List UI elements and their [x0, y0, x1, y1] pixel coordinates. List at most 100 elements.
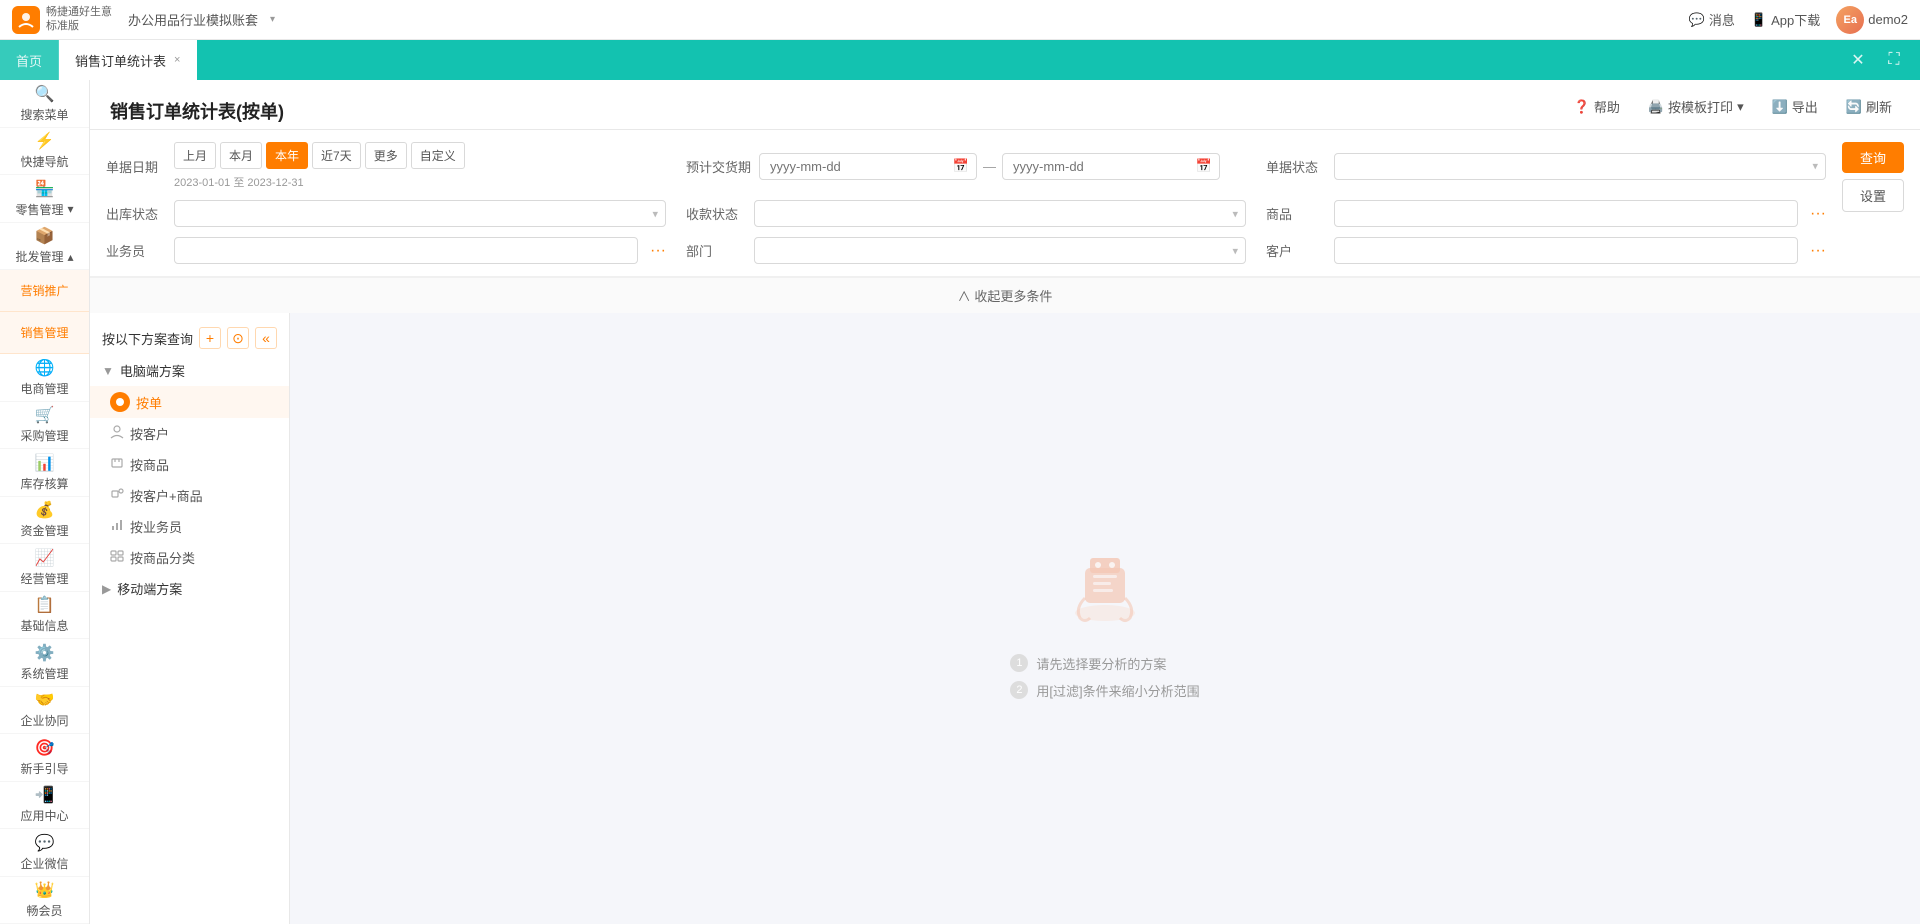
- collection-status-label: 收款状态: [686, 204, 746, 223]
- tree-mobile-label: 移动端方案: [117, 579, 182, 598]
- message-icon: 💬: [1689, 12, 1705, 28]
- category-tree-icon: [110, 549, 124, 566]
- tab-sales-stats-label: 销售订单统计表: [75, 51, 166, 70]
- out-status-select[interactable]: [174, 200, 666, 227]
- tree-item-by-goods-label: 按商品: [130, 455, 169, 474]
- expected-date-to-input[interactable]: [1002, 153, 1220, 180]
- date-last7-btn[interactable]: 近7天: [312, 142, 361, 169]
- add-scheme-btn[interactable]: +: [199, 327, 221, 349]
- hint-text-2: 用[过滤]条件来缩小分析范围: [1036, 681, 1199, 700]
- tab-close-icon[interactable]: ×: [174, 54, 180, 66]
- tree-pc-label: 电脑端方案: [120, 361, 185, 380]
- sidebar-item-basic-info[interactable]: 📋 基础信息: [0, 592, 89, 640]
- retail-label: 零售管理: [15, 201, 63, 218]
- basic-info-icon: 📋: [35, 595, 55, 615]
- template-print-btn[interactable]: 🖨️ 按模板打印 ▾: [1640, 93, 1752, 120]
- settings-scheme-btn[interactable]: ⊙: [227, 327, 249, 349]
- sidebar-item-system[interactable]: ⚙️ 系统管理: [0, 639, 89, 687]
- tab-home[interactable]: 首页: [0, 40, 59, 80]
- collapse-panel-btn[interactable]: «: [255, 327, 277, 349]
- sidebar-item-marketing[interactable]: 营销推广: [0, 270, 89, 312]
- sidebar-item-newbie[interactable]: 🎯 新手引导: [0, 734, 89, 782]
- tree-item-by-customer[interactable]: 按客户: [90, 418, 289, 449]
- settings-button[interactable]: 设置: [1842, 179, 1904, 212]
- date-this-month-btn[interactable]: 本月: [220, 142, 262, 169]
- finance-icon: 💰: [35, 500, 55, 520]
- page-header-actions: ❓ 帮助 🖨️ 按模板打印 ▾ ⬇️ 导出 🔄 刷新: [1566, 93, 1900, 128]
- left-panel-header: 按以下方案查询 + ⊙ «: [90, 321, 289, 355]
- status-select[interactable]: [1334, 153, 1826, 180]
- sidebar-sub-wholesale: 营销推广 销售管理: [0, 270, 89, 354]
- user-area[interactable]: Ea demo2: [1836, 6, 1908, 34]
- expected-date-from-input[interactable]: [759, 153, 977, 180]
- sidebar-quick-nav-label: 快捷导航: [20, 153, 68, 170]
- empty-hint-1: 1 请先选择要分析的方案: [1010, 654, 1199, 673]
- date-more-btn[interactable]: 更多: [365, 142, 407, 169]
- help-btn[interactable]: ❓ 帮助: [1566, 93, 1628, 120]
- sidebar-item-wechat[interactable]: 💬 企业微信: [0, 829, 89, 877]
- department-select[interactable]: [754, 237, 1246, 264]
- sidebar-item-retail[interactable]: 🏪 零售管理 ▾: [0, 175, 89, 223]
- sidebar-quick-nav[interactable]: ⚡ 快捷导航: [0, 128, 89, 176]
- tree-item-by-order[interactable]: 按单: [90, 386, 289, 418]
- tree-item-by-customer-goods[interactable]: 按客户+商品: [90, 480, 289, 511]
- tree-parent-pc[interactable]: ▼ 电脑端方案: [90, 355, 289, 386]
- date-custom-btn[interactable]: 自定义: [411, 142, 465, 169]
- tree-selected-indicator: [110, 392, 130, 412]
- refresh-btn[interactable]: 🔄 刷新: [1838, 93, 1900, 120]
- tree-expand-icon-pc: ▼: [102, 364, 114, 378]
- sidebar-item-inventory[interactable]: 📊 库存核算: [0, 449, 89, 497]
- sidebar-item-finance[interactable]: 💰 资金管理: [0, 497, 89, 545]
- empty-hints: 1 请先选择要分析的方案 2 用[过滤]条件来缩小分析范围: [1010, 654, 1199, 700]
- sidebar-item-ecommerce[interactable]: 🌐 电商管理: [0, 354, 89, 402]
- logo-line1: 畅捷通好生意: [46, 6, 112, 19]
- customer-dots-icon[interactable]: ···: [1810, 242, 1826, 260]
- customer-input[interactable]: [1334, 237, 1798, 264]
- wechat-icon: 💬: [35, 833, 55, 853]
- tab-sales-stats[interactable]: 销售订单统计表 ×: [59, 40, 197, 80]
- tree-item-by-goods[interactable]: 按商品: [90, 449, 289, 480]
- wholesale-label: 批发管理: [15, 248, 63, 265]
- sidebar-item-operations[interactable]: 📈 经营管理: [0, 544, 89, 592]
- sidebar-item-wholesale[interactable]: 📦 批发管理 ▴: [0, 223, 89, 271]
- date-this-year-btn[interactable]: 本年: [266, 142, 308, 169]
- sidebar-item-appstore[interactable]: 📲 应用中心: [0, 782, 89, 830]
- tab-close-window-icon[interactable]: ✕: [1844, 46, 1872, 74]
- sidebar-item-enterprise[interactable]: 🤝 企业协同: [0, 687, 89, 735]
- tree-item-by-salesman[interactable]: 按业务员: [90, 511, 289, 542]
- goods-input[interactable]: [1334, 200, 1798, 227]
- tree-item-by-category[interactable]: 按商品分类: [90, 542, 289, 573]
- sidebar-item-member[interactable]: 👑 畅会员: [0, 877, 89, 924]
- department-select-wrapper: [754, 237, 1246, 264]
- filter-action-buttons: 查询 设置: [1842, 142, 1904, 212]
- tab-expand-icon[interactable]: ⛶: [1880, 46, 1908, 74]
- salesman-input[interactable]: [174, 237, 638, 264]
- sidebar-item-purchase[interactable]: 🛒 采购管理: [0, 402, 89, 450]
- out-status-select-wrapper: [174, 200, 666, 227]
- date-last-month-btn[interactable]: 上月: [174, 142, 216, 169]
- tree-item-by-order-label: 按单: [136, 393, 162, 412]
- collapse-bar[interactable]: ∧ 收起更多条件: [90, 277, 1920, 313]
- sidebar-item-sales[interactable]: 销售管理: [0, 312, 89, 354]
- salesman-dots-icon[interactable]: ···: [650, 242, 666, 260]
- system-title-dropdown-icon[interactable]: ▾: [270, 14, 275, 25]
- salesman-filter-label: 业务员: [106, 241, 166, 260]
- sidebar-search-menu[interactable]: 🔍 搜索菜单: [0, 80, 89, 128]
- filter-grid: 单据日期 上月 本月 本年 近7天 更多 自定义 2023-01-01 至 20…: [106, 142, 1826, 264]
- app-download-btn[interactable]: 📱 App下载: [1751, 10, 1820, 29]
- page-header: 销售订单统计表(按单) ❓ 帮助 🖨️ 按模板打印 ▾ ⬇️ 导出 🔄 刷新: [90, 80, 1920, 130]
- query-button[interactable]: 查询: [1842, 142, 1904, 173]
- message-btn[interactable]: 💬 消息: [1689, 10, 1735, 29]
- empty-state: 1 请先选择要分析的方案 2 用[过滤]条件来缩小分析范围: [1010, 538, 1199, 700]
- logo-line2: 标准版: [46, 20, 112, 33]
- goods-dots-icon[interactable]: ···: [1810, 205, 1826, 223]
- export-btn[interactable]: ⬇️ 导出: [1764, 93, 1826, 120]
- customer-tree-icon: [110, 425, 124, 442]
- finance-label: 资金管理: [20, 522, 68, 539]
- collection-status-select[interactable]: [754, 200, 1246, 227]
- status-filter-cell: 单据状态: [1266, 153, 1826, 180]
- tree-expand-icon-mobile: ▶: [102, 582, 111, 596]
- inventory-icon: 📊: [35, 453, 55, 473]
- tree-parent-mobile[interactable]: ▶ 移动端方案: [90, 573, 289, 604]
- member-icon: 👑: [35, 880, 55, 900]
